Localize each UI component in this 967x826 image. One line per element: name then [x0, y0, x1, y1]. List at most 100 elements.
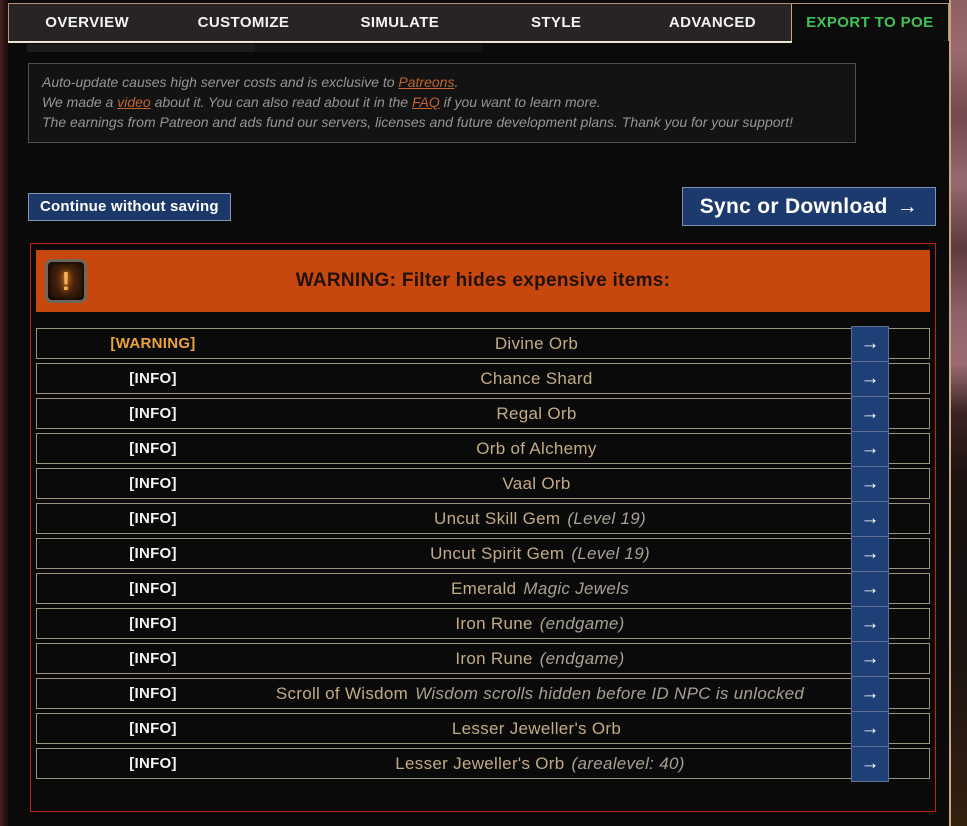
hidden-items-list: [WARNING] Divine Orb → [INFO] Chance Sha…	[36, 328, 930, 779]
exclamation-glyph: !	[62, 268, 71, 294]
item-action-cell: →	[811, 679, 929, 708]
hidden-item-row: [INFO] Vaal Orb →	[36, 468, 930, 499]
severity-tag: [INFO]	[37, 685, 269, 702]
goto-item-button[interactable]: →	[851, 431, 889, 467]
notice-line-1: Auto-update causes high server costs and…	[42, 72, 842, 92]
notice-text: about it. You can also read about it in …	[151, 94, 412, 110]
notice-link[interactable]: FAQ	[412, 94, 440, 110]
item-action-cell: →	[811, 364, 929, 393]
tab-export-to-poe[interactable]: EXPORT TO POE	[791, 4, 948, 41]
warning-panel-title: WARNING: Filter hides expensive items:	[296, 270, 671, 292]
severity-tag: [INFO]	[37, 755, 269, 772]
severity-tag: [INFO]	[37, 370, 269, 387]
goto-item-button[interactable]: →	[851, 361, 889, 397]
goto-item-button[interactable]: →	[851, 746, 889, 782]
severity-tag: [INFO]	[37, 440, 269, 457]
hidden-item-row: [INFO] Iron Rune(endgame) →	[36, 643, 930, 674]
severity-tag: [INFO]	[37, 720, 269, 737]
exclamation-badge-icon: !	[45, 259, 87, 303]
item-name-cell: Regal Orb	[269, 399, 811, 428]
item-action-cell: →	[811, 609, 929, 638]
severity-tag: [INFO]	[37, 580, 269, 597]
item-action-cell: →	[811, 399, 929, 428]
goto-item-button[interactable]: →	[851, 606, 889, 642]
item-name: Chance Shard	[480, 369, 592, 388]
notice-text: .	[454, 74, 458, 90]
item-action-cell: →	[811, 434, 929, 463]
continue-without-saving-button[interactable]: Continue without saving	[28, 193, 231, 221]
item-name: Lesser Jeweller's Orb	[452, 719, 621, 738]
scrolled-content-remnant	[255, 44, 483, 52]
page-background-left	[0, 0, 8, 826]
item-name-cell: Iron Rune(endgame)	[269, 644, 811, 673]
item-note: (Level 19)	[571, 544, 650, 563]
goto-item-button[interactable]: →	[851, 571, 889, 607]
item-action-cell: →	[811, 644, 929, 673]
item-name-cell: Uncut Skill Gem (Level 19)	[269, 504, 811, 533]
hidden-item-row: [WARNING] Divine Orb →	[36, 328, 930, 359]
notice-line-3: The earnings from Patreon and ads fund o…	[42, 112, 842, 132]
item-action-cell: →	[811, 749, 929, 778]
hidden-item-row: [INFO] Emerald Magic Jewels →	[36, 573, 930, 604]
notice-text: The earnings from Patreon and ads fund o…	[42, 114, 793, 130]
top-navigation: OVERVIEW CUSTOMIZE SIMULATE STYLE ADVANC…	[8, 3, 949, 41]
item-name-cell: Divine Orb	[269, 329, 811, 358]
item-name: Divine Orb	[495, 334, 578, 353]
main-content: OVERVIEW CUSTOMIZE SIMULATE STYLE ADVANC…	[8, 0, 949, 826]
hidden-item-row: [INFO] Scroll of WisdomWisdom scrolls hi…	[36, 678, 930, 709]
item-name-cell: Lesser Jeweller's Orb (arealevel: 40)	[269, 749, 811, 778]
tab-style[interactable]: STYLE	[478, 4, 634, 41]
goto-item-button[interactable]: →	[851, 501, 889, 537]
notice-text: Auto-update causes high server costs and…	[42, 74, 398, 90]
tab-overview[interactable]: OVERVIEW	[9, 4, 165, 41]
item-name: Lesser Jeweller's Orb	[395, 754, 564, 773]
item-name-cell: Chance Shard	[269, 364, 811, 393]
goto-item-button[interactable]: →	[851, 396, 889, 432]
notice-text: if you want to learn more.	[440, 94, 601, 110]
goto-item-button[interactable]: →	[851, 536, 889, 572]
tab-advanced[interactable]: ADVANCED	[634, 4, 790, 41]
item-name: Iron Rune	[455, 614, 532, 633]
hidden-item-row: [INFO] Iron Rune (endgame) →	[36, 608, 930, 639]
sync-or-download-button[interactable]: Sync or Download →	[682, 187, 936, 226]
severity-tag: [INFO]	[37, 615, 269, 632]
goto-item-button[interactable]: →	[851, 711, 889, 747]
item-name: Emerald	[451, 579, 516, 598]
goto-item-button[interactable]: →	[851, 326, 889, 362]
hidden-item-row: [INFO] Regal Orb →	[36, 398, 930, 429]
tab-simulate[interactable]: SIMULATE	[322, 4, 478, 41]
severity-tag: [INFO]	[37, 545, 269, 562]
item-note: (arealevel: 40)	[572, 754, 685, 773]
item-note: (endgame)	[540, 614, 625, 633]
notice-link[interactable]: video	[117, 94, 150, 110]
hidden-item-row: [INFO] Chance Shard →	[36, 363, 930, 394]
nav-underline	[8, 41, 792, 43]
item-action-cell: →	[811, 574, 929, 603]
sync-button-label: Sync or Download	[700, 195, 888, 219]
item-name: Uncut Skill Gem	[434, 509, 560, 528]
action-buttons-row: Continue without saving Sync or Download…	[28, 187, 936, 226]
notice-line-2: We made a video about it. You can also r…	[42, 92, 842, 112]
hidden-item-row: [INFO] Uncut Spirit Gem (Level 19) →	[36, 538, 930, 569]
item-note: Magic Jewels	[523, 579, 629, 598]
item-name: Uncut Spirit Gem	[430, 544, 564, 563]
item-action-cell: →	[811, 714, 929, 743]
item-action-cell: →	[811, 329, 929, 358]
arrow-right-icon: →	[897, 195, 918, 219]
tab-customize[interactable]: CUSTOMIZE	[165, 4, 321, 41]
item-note: (Level 19)	[567, 509, 646, 528]
goto-item-button[interactable]: →	[851, 641, 889, 677]
hidden-item-row: [INFO] Uncut Skill Gem (Level 19) →	[36, 503, 930, 534]
goto-item-button[interactable]: →	[851, 676, 889, 712]
notice-link[interactable]: Patreons	[398, 74, 454, 90]
goto-item-button[interactable]: →	[851, 466, 889, 502]
filter-warning-panel: ! WARNING: Filter hides expensive items:…	[30, 243, 936, 812]
hidden-item-row: [INFO] Orb of Alchemy →	[36, 433, 930, 464]
item-note: (endgame)	[540, 649, 625, 668]
item-name: Vaal Orb	[502, 474, 570, 493]
severity-tag: [INFO]	[37, 510, 269, 527]
item-name-cell: Iron Rune (endgame)	[269, 609, 811, 638]
severity-tag: [INFO]	[37, 405, 269, 422]
item-name-cell: Lesser Jeweller's Orb	[269, 714, 811, 743]
severity-tag: [WARNING]	[37, 335, 269, 352]
